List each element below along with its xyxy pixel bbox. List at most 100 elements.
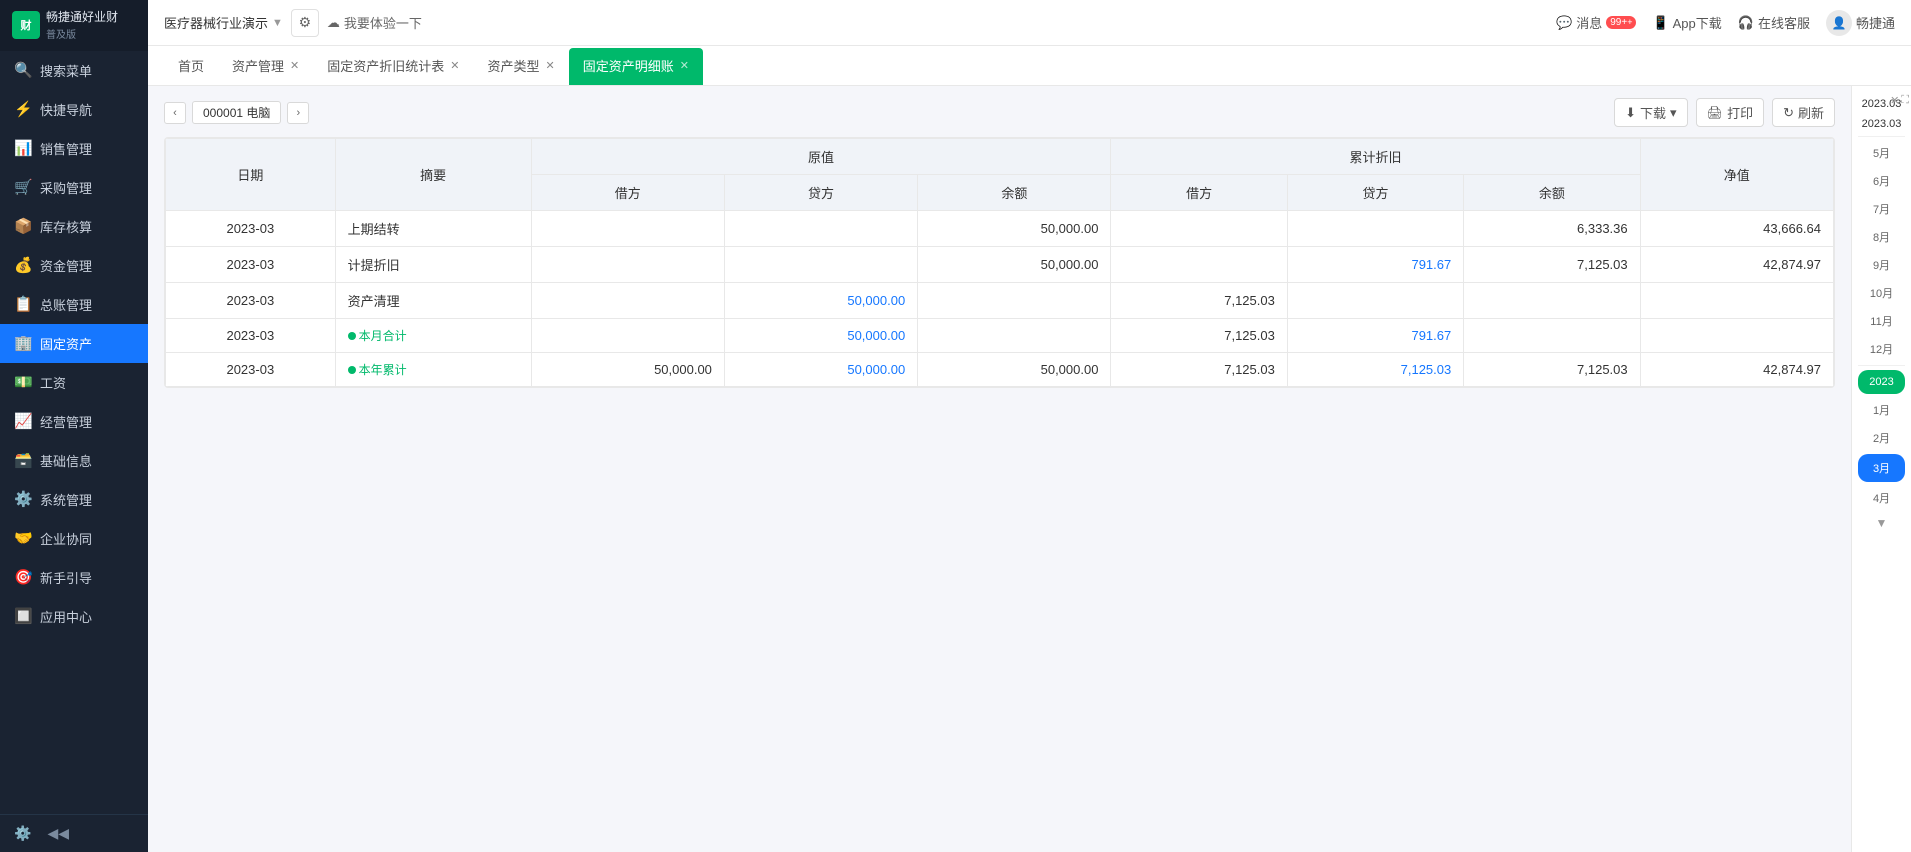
settings-bottom-icon[interactable]: ⚙️	[14, 825, 31, 842]
table-row: 2023-03 本年累计 50,000.00 50,000.00 50,000.…	[166, 353, 1834, 387]
cell-orig-balance: 50,000.00	[918, 211, 1111, 247]
timeline-month-6[interactable]: 6月	[1852, 167, 1911, 195]
collapse-icon[interactable]: ◀◀	[47, 825, 69, 842]
tab-asset-type-close[interactable]: ✕	[546, 59, 555, 72]
acc-balance-header: 余额	[1464, 175, 1640, 211]
print-btn[interactable]: 🖨 打印	[1696, 98, 1765, 127]
tab-home[interactable]: 首页	[164, 48, 218, 85]
row-tag: 本月合计	[348, 327, 407, 344]
timeline-month-9[interactable]: 9月	[1852, 251, 1911, 279]
timeline-month-11[interactable]: 11月	[1852, 307, 1911, 335]
sidebar-item-salary[interactable]: 💵 工资	[0, 363, 148, 402]
tab-asset-detail[interactable]: 固定资产明细账 ✕	[569, 48, 703, 85]
cell-date: 2023-03	[166, 283, 336, 319]
print-icon: 🖨	[1707, 105, 1724, 121]
nav-next-btn[interactable]: ›	[287, 102, 309, 124]
sidebar-scroll: 🔍 搜索菜单 ⚡ 快捷导航 📊 销售管理 🛒 采购管理 📦 库存核算 💰 资金管…	[0, 51, 148, 814]
cell-orig-balance	[918, 283, 1111, 319]
timeline-month-12[interactable]: 12月	[1852, 335, 1911, 363]
sidebar-item-basics[interactable]: 🗃️ 基础信息	[0, 441, 148, 480]
sidebar-item-capital[interactable]: 💰 资金管理	[0, 246, 148, 285]
sidebar-item-label: 固定资产	[40, 334, 92, 353]
timeline-month-7[interactable]: 7月	[1852, 195, 1911, 223]
sidebar-logo: 财 畅捷通好业财 普及版	[0, 0, 148, 51]
timeline-divider-top	[1858, 136, 1905, 137]
topbar-left: 医疗器械行业演示 ▼ ⚙ ☁ 我要体验一下	[164, 9, 422, 37]
sidebar-item-apps[interactable]: 🔲 应用中心	[0, 597, 148, 636]
service-btn[interactable]: 🎧 在线客服	[1738, 13, 1810, 32]
download-btn[interactable]: ⬇ 下载 ▾	[1614, 98, 1687, 127]
timeline-month-4[interactable]: 4月	[1852, 484, 1911, 512]
basics-icon: 🗃️	[14, 451, 32, 469]
timeline-month-5[interactable]: 5月	[1852, 139, 1911, 167]
collab-icon: 🤝	[14, 529, 32, 547]
sidebar-item-label: 工资	[40, 373, 66, 392]
tab-home-label: 首页	[178, 56, 204, 75]
sidebar-item-purchase[interactable]: 🛒 采购管理	[0, 168, 148, 207]
download-icon: ⬇	[1625, 105, 1636, 121]
panel-close-btn[interactable]: ✕	[1890, 94, 1899, 107]
download-arrow: ▾	[1670, 105, 1677, 121]
cell-orig-credit: 50,000.00	[724, 353, 917, 387]
asset-nav-label: 000001 电脑	[192, 101, 281, 124]
timeline-month-1[interactable]: 1月	[1852, 396, 1911, 424]
sidebar-item-system[interactable]: ⚙️ 系统管理	[0, 480, 148, 519]
cell-orig-debit: 50,000.00	[531, 353, 724, 387]
cell-orig-balance: 50,000.00	[918, 353, 1111, 387]
sidebar-item-fixed-assets[interactable]: 🏢 固定资产	[0, 324, 148, 363]
col-net-value: 净值	[1640, 139, 1833, 211]
sidebar-item-ledger[interactable]: 📋 总账管理	[0, 285, 148, 324]
sidebar-item-label: 搜索菜单	[40, 61, 92, 80]
tab-asset-mgmt-close[interactable]: ✕	[290, 59, 299, 72]
sidebar-item-guide[interactable]: 🎯 新手引导	[0, 558, 148, 597]
timeline-header-sub: 2023.03	[1862, 114, 1902, 134]
sidebar-item-collab[interactable]: 🤝 企业协同	[0, 519, 148, 558]
refresh-btn[interactable]: ↻ 刷新	[1772, 98, 1835, 127]
cell-acc-balance: 6,333.36	[1464, 211, 1640, 247]
sidebar-item-operations[interactable]: 📈 经营管理	[0, 402, 148, 441]
tab-asset-type[interactable]: 资产类型 ✕	[473, 48, 568, 85]
company-dropdown-arrow: ▼	[272, 17, 283, 29]
app-sub: 普及版	[46, 26, 118, 41]
sidebar-item-label: 总账管理	[40, 295, 92, 314]
timeline-month-2[interactable]: 2月	[1852, 424, 1911, 452]
sidebar: 财 畅捷通好业财 普及版 🔍 搜索菜单 ⚡ 快捷导航 📊 销售管理 🛒 采购管理…	[0, 0, 148, 852]
cell-net-value	[1640, 283, 1833, 319]
service-icon: 🎧	[1738, 15, 1754, 31]
cell-net-value: 42,874.97	[1640, 353, 1833, 387]
cell-summary: 资产清理	[335, 283, 531, 319]
download-btn[interactable]: 📱 App下载	[1652, 13, 1721, 32]
timeline-month-8[interactable]: 8月	[1852, 223, 1911, 251]
tab-depreciation-close[interactable]: ✕	[450, 59, 459, 72]
messages-btn[interactable]: 💬 消息 99++	[1556, 13, 1636, 32]
search-icon: 🔍	[14, 61, 32, 79]
panel-expand-btn[interactable]: ⛶	[1901, 94, 1909, 107]
sidebar-item-search[interactable]: 🔍 搜索菜单	[0, 51, 148, 90]
cell-acc-credit	[1287, 211, 1463, 247]
experience-btn[interactable]: ☁ 我要体验一下	[327, 13, 422, 32]
cell-orig-balance	[918, 319, 1111, 353]
tab-asset-detail-close[interactable]: ✕	[680, 59, 689, 72]
timeline-month-3[interactable]: 3月	[1858, 454, 1905, 482]
cell-date: 2023-03	[166, 319, 336, 353]
service-label: 在线客服	[1758, 13, 1810, 32]
tab-asset-mgmt[interactable]: 资产管理 ✕	[218, 48, 313, 85]
user-btn[interactable]: 👤 畅捷通	[1826, 10, 1895, 36]
timeline-current-year[interactable]: 2023	[1858, 370, 1905, 394]
sidebar-item-quick-nav[interactable]: ⚡ 快捷导航	[0, 90, 148, 129]
col-date: 日期	[166, 139, 336, 211]
tab-depreciation-stats[interactable]: 固定资产折旧统计表 ✕	[313, 48, 473, 85]
timeline-month-10[interactable]: 10月	[1852, 279, 1911, 307]
company-selector[interactable]: 医疗器械行业演示 ▼	[164, 13, 283, 32]
timeline-down-chevron[interactable]: ▼	[1872, 512, 1892, 534]
sidebar-item-inventory[interactable]: 📦 库存核算	[0, 207, 148, 246]
content-main: ‹ 000001 电脑 › ⬇ 下载 ▾ 🖨 打印 ↻	[148, 86, 1851, 852]
timeline-panel: ✕ ⛶ 2023.03 2023.03 5月 6月 7月 8月 9月 10月 1…	[1851, 86, 1911, 852]
purchase-icon: 🛒	[14, 178, 32, 196]
cell-orig-credit: 50,000.00	[724, 283, 917, 319]
company-settings-btn[interactable]: ⚙	[291, 9, 319, 37]
orig-balance-header: 余额	[918, 175, 1111, 211]
nav-prev-btn[interactable]: ‹	[164, 102, 186, 124]
sidebar-item-sales[interactable]: 📊 销售管理	[0, 129, 148, 168]
cell-acc-debit: 7,125.03	[1111, 353, 1287, 387]
